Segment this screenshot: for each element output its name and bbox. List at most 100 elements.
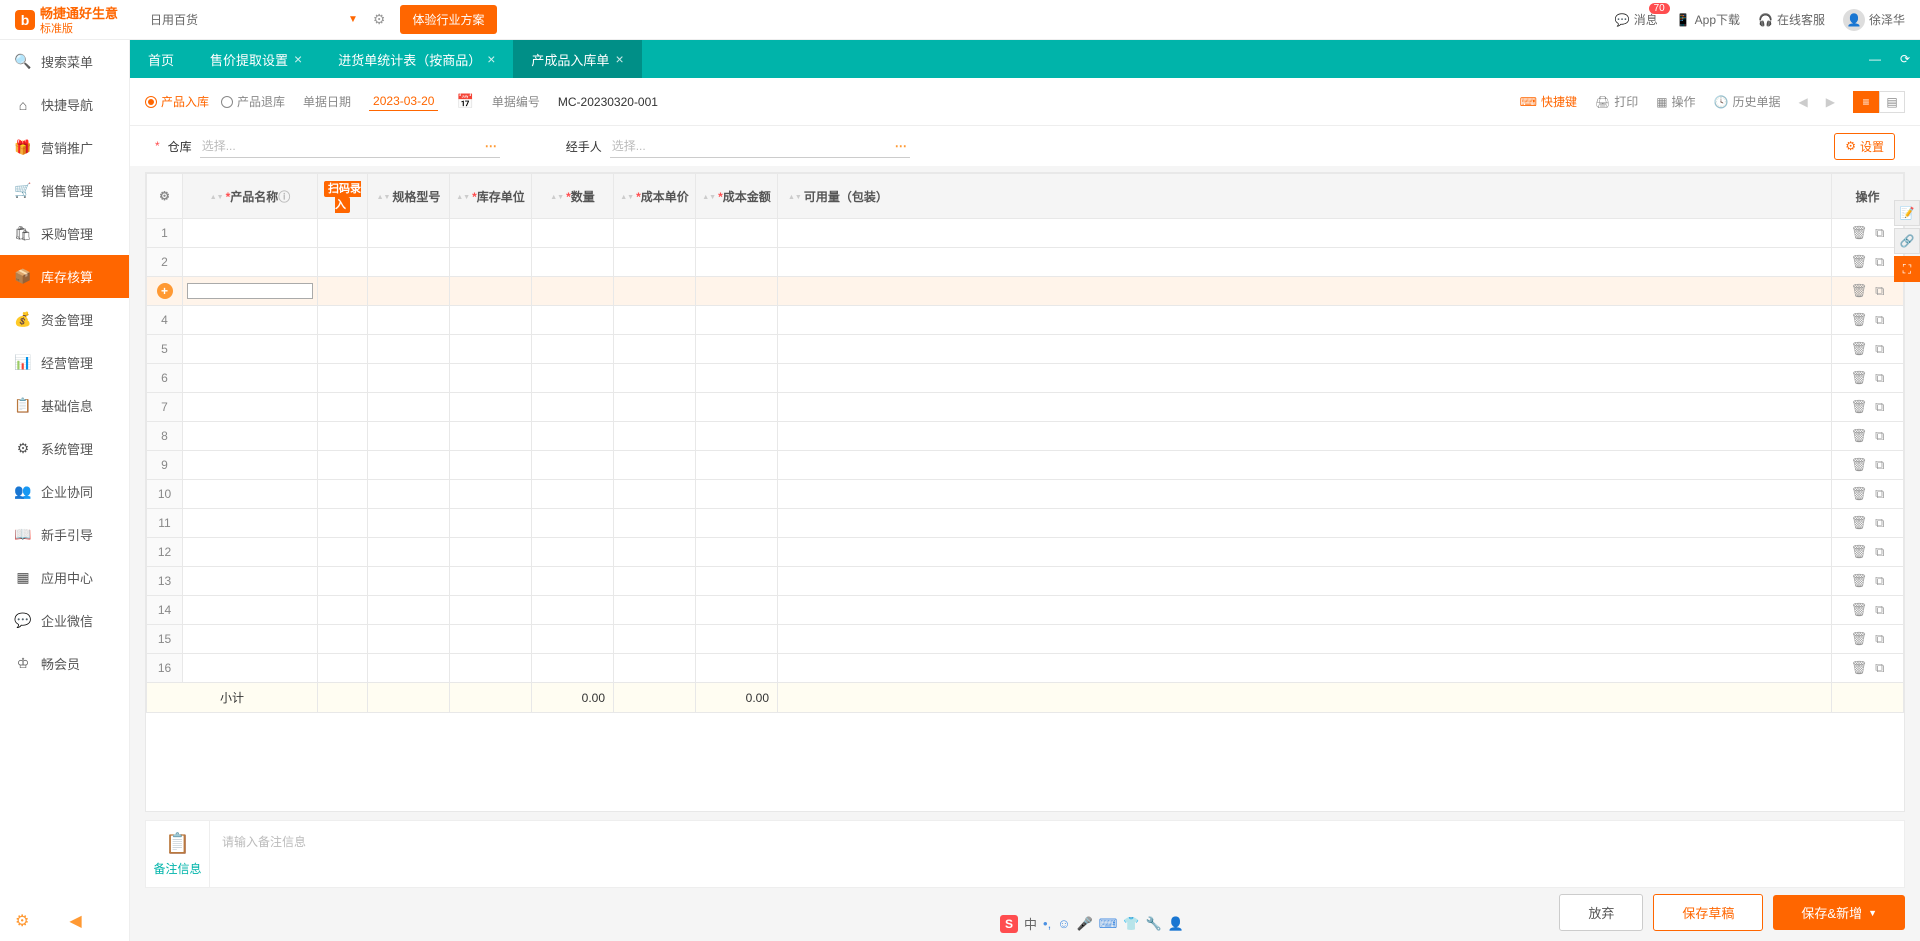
gear-icon[interactable]: ⚙ bbox=[373, 11, 386, 28]
app-download-link[interactable]: 📱 App下载 bbox=[1676, 11, 1740, 28]
delete-row-icon[interactable]: 🗑 bbox=[1851, 660, 1868, 675]
setting-button[interactable]: ⚙ 设置 bbox=[1834, 133, 1895, 160]
tab-price-setting[interactable]: 售价提取设置× bbox=[192, 40, 320, 78]
cell-spec[interactable] bbox=[368, 277, 450, 306]
delete-row-icon[interactable]: 🗑 bbox=[1851, 486, 1868, 501]
delete-row-icon[interactable]: 🗑 bbox=[1851, 225, 1868, 240]
delete-row-icon[interactable]: 🗑 bbox=[1851, 544, 1868, 559]
col-unit[interactable]: ▲▼*库存单位 bbox=[450, 174, 532, 219]
cell-scan[interactable] bbox=[318, 306, 368, 335]
cell-unit[interactable] bbox=[450, 277, 532, 306]
cell-product-name[interactable] bbox=[183, 277, 318, 306]
cell-qty[interactable] bbox=[532, 393, 614, 422]
cell-unit[interactable] bbox=[450, 567, 532, 596]
cell-price[interactable] bbox=[614, 306, 696, 335]
cell-qty[interactable] bbox=[532, 538, 614, 567]
cell-qty[interactable] bbox=[532, 248, 614, 277]
cell-spec[interactable] bbox=[368, 306, 450, 335]
help-icon[interactable]: ⓘ bbox=[278, 190, 290, 204]
cell-available[interactable] bbox=[778, 451, 1832, 480]
cell-unit[interactable] bbox=[450, 248, 532, 277]
cell-product-name[interactable] bbox=[183, 538, 318, 567]
cell-spec[interactable] bbox=[368, 625, 450, 654]
delete-row-icon[interactable]: 🗑 bbox=[1851, 399, 1868, 414]
copy-row-icon[interactable]: ⧉ bbox=[1875, 254, 1884, 269]
cell-unit[interactable] bbox=[450, 509, 532, 538]
cell-amt[interactable] bbox=[696, 538, 778, 567]
cell-product-name[interactable] bbox=[183, 509, 318, 538]
remark-input[interactable]: 请输入备注信息 bbox=[210, 821, 1904, 887]
delete-row-icon[interactable]: 🗑 bbox=[1851, 457, 1868, 472]
ime-skin-icon[interactable]: 👕 bbox=[1123, 916, 1139, 932]
tab-home[interactable]: 首页 bbox=[130, 40, 192, 78]
cell-available[interactable] bbox=[778, 422, 1832, 451]
collapse-icon[interactable]: ◀ bbox=[69, 911, 81, 931]
table-row[interactable]: 10🗑⧉ bbox=[147, 480, 1904, 509]
operator-input[interactable]: 选择... ⋯ bbox=[610, 134, 910, 158]
cell-available[interactable] bbox=[778, 567, 1832, 596]
cell-available[interactable] bbox=[778, 248, 1832, 277]
sidebar-item-search[interactable]: 🔍搜索菜单 bbox=[0, 40, 129, 83]
sidebar-item-marketing[interactable]: 🎁营销推广 bbox=[0, 126, 129, 169]
prev-icon[interactable]: ◀ bbox=[1799, 95, 1808, 109]
delete-row-icon[interactable]: 🗑 bbox=[1851, 312, 1868, 327]
cell-scan[interactable] bbox=[318, 219, 368, 248]
copy-row-icon[interactable]: ⧉ bbox=[1875, 544, 1884, 559]
cell-available[interactable] bbox=[778, 335, 1832, 364]
cell-available[interactable] bbox=[778, 596, 1832, 625]
float-note-button[interactable]: 📝 bbox=[1894, 200, 1920, 226]
delete-row-icon[interactable]: 🗑 bbox=[1851, 341, 1868, 356]
ime-keyboard-icon[interactable]: ⌨ bbox=[1099, 916, 1118, 932]
copy-row-icon[interactable]: ⧉ bbox=[1875, 341, 1884, 356]
ime-sogou-icon[interactable]: S bbox=[1000, 915, 1018, 933]
cell-product-name[interactable] bbox=[183, 596, 318, 625]
save-draft-button[interactable]: 保存草稿 bbox=[1653, 894, 1763, 931]
table-row[interactable]: 13🗑⧉ bbox=[147, 567, 1904, 596]
float-link-button[interactable]: 🔗 bbox=[1894, 228, 1920, 254]
cell-product-name[interactable] bbox=[183, 364, 318, 393]
cell-price[interactable] bbox=[614, 480, 696, 509]
refresh-icon[interactable]: ⟳ bbox=[1890, 52, 1920, 66]
delete-row-icon[interactable]: 🗑 bbox=[1851, 631, 1868, 646]
gear-column-header[interactable]: ⚙ bbox=[147, 174, 183, 219]
ime-smile-icon[interactable]: ☺ bbox=[1057, 916, 1070, 931]
delete-row-icon[interactable]: 🗑 bbox=[1851, 254, 1868, 269]
close-icon[interactable]: × bbox=[615, 51, 623, 67]
cell-amt[interactable] bbox=[696, 509, 778, 538]
cell-product-name[interactable] bbox=[183, 306, 318, 335]
cell-amt[interactable] bbox=[696, 567, 778, 596]
cell-product-name[interactable] bbox=[183, 393, 318, 422]
sidebar-item-sales[interactable]: 🛒销售管理 bbox=[0, 169, 129, 212]
cell-price[interactable] bbox=[614, 451, 696, 480]
close-icon[interactable]: × bbox=[487, 51, 495, 67]
table-row[interactable]: 14🗑⧉ bbox=[147, 596, 1904, 625]
table-row[interactable]: 11🗑⧉ bbox=[147, 509, 1904, 538]
copy-row-icon[interactable]: ⧉ bbox=[1875, 486, 1884, 501]
ime-user-icon[interactable]: 👤 bbox=[1168, 916, 1184, 932]
shortcut-link[interactable]: ⌨快捷键 bbox=[1520, 93, 1577, 110]
cell-product-name[interactable] bbox=[183, 335, 318, 364]
cell-amt[interactable] bbox=[696, 335, 778, 364]
cell-qty[interactable] bbox=[532, 625, 614, 654]
cell-unit[interactable] bbox=[450, 654, 532, 683]
tab-purchase-report[interactable]: 进货单统计表（按商品）× bbox=[320, 40, 513, 78]
table-row[interactable]: 8🗑⧉ bbox=[147, 422, 1904, 451]
sidebar-item-appcenter[interactable]: ▦应用中心 bbox=[0, 556, 129, 599]
cell-product-name[interactable] bbox=[183, 451, 318, 480]
cell-available[interactable] bbox=[778, 654, 1832, 683]
table-row[interactable]: 7🗑⧉ bbox=[147, 393, 1904, 422]
cell-spec[interactable] bbox=[368, 219, 450, 248]
cell-unit[interactable] bbox=[450, 451, 532, 480]
col-spec[interactable]: ▲▼规格型号 bbox=[368, 174, 450, 219]
cell-spec[interactable] bbox=[368, 567, 450, 596]
copy-row-icon[interactable]: ⧉ bbox=[1875, 399, 1884, 414]
cell-spec[interactable] bbox=[368, 509, 450, 538]
cell-unit[interactable] bbox=[450, 335, 532, 364]
cell-qty[interactable] bbox=[532, 306, 614, 335]
cell-scan[interactable] bbox=[318, 480, 368, 509]
delete-row-icon[interactable]: 🗑 bbox=[1851, 515, 1868, 530]
cell-spec[interactable] bbox=[368, 451, 450, 480]
minimize-icon[interactable]: ― bbox=[1860, 52, 1890, 66]
cell-scan[interactable] bbox=[318, 364, 368, 393]
cell-product-name[interactable] bbox=[183, 480, 318, 509]
